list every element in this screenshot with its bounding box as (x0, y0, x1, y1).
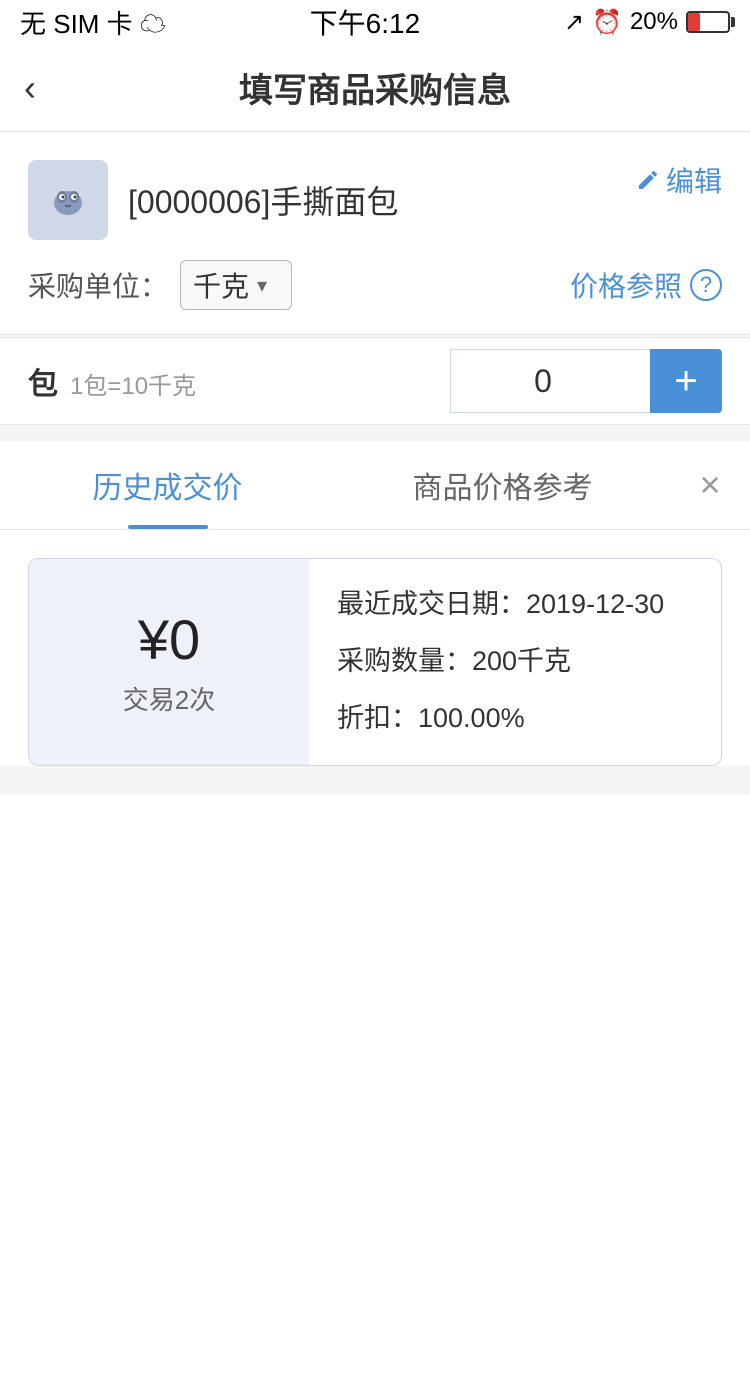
product-bottom: 采购单位： 千克 ▾ 价格参照 ? (28, 260, 722, 310)
tabs-header: 历史成交价 商品价格参考 × (0, 441, 750, 530)
price-card: ¥0 交易2次 最近成交日期：2019-12-30 采购数量：200千克 折扣：… (28, 558, 722, 766)
tabs-section: 历史成交价 商品价格参考 × ¥0 交易2次 最近成交日期：2019-12-30… (0, 441, 750, 766)
tab-history-price[interactable]: 历史成交价 (0, 441, 335, 529)
product-top: [0000006]手撕面包 编辑 (28, 160, 722, 240)
price-ref-label: 价格参照 (570, 265, 682, 305)
price-card-right: 最近成交日期：2019-12-30 采购数量：200千克 折扣：100.00% (309, 559, 721, 765)
battery-icon (686, 11, 730, 33)
nav-bar: ‹ 填写商品采购信息 (0, 44, 750, 132)
content-area (0, 794, 750, 1394)
tab-history-label: 历史成交价 (93, 463, 243, 507)
product-card: [0000006]手撕面包 编辑 采购单位： 千克 ▾ 价格参照 ? (0, 132, 750, 335)
price-value: ¥0 (138, 607, 200, 672)
status-time: 下午6:12 (310, 2, 421, 42)
price-reference-button[interactable]: 价格参照 ? (570, 265, 722, 305)
help-icon: ? (690, 269, 722, 301)
product-left: [0000006]手撕面包 (28, 160, 398, 240)
status-right: ↗ ⏰ 20% (564, 8, 730, 37)
tab-price-reference[interactable]: 商品价格参考 (335, 441, 670, 529)
price-detail-date: 最近成交日期：2019-12-30 (337, 583, 693, 626)
tab-close-button[interactable]: × (670, 441, 750, 529)
price-detail-qty: 采购数量：200千克 (337, 640, 693, 683)
unit-select[interactable]: 千克 ▾ (180, 260, 292, 310)
tab-price-ref-label: 商品价格参考 (413, 463, 593, 507)
unit-value: 千克 (193, 265, 249, 305)
unit-row: 采购单位： 千克 ▾ (28, 260, 292, 310)
unit-icon: 包 (28, 359, 58, 403)
price-card-left: ¥0 交易2次 (29, 559, 309, 765)
status-bar: 无 SIM 卡 ☁ 下午6:12 ↗ ⏰ 20% (0, 0, 750, 44)
edit-label: 编辑 (666, 160, 722, 200)
status-left: 无 SIM 卡 ☁ (20, 4, 166, 41)
unit-label: 采购单位： (28, 265, 168, 305)
quantity-plus-button[interactable]: + (650, 349, 722, 413)
product-name: [0000006]手撕面包 (128, 177, 398, 223)
edit-icon (636, 168, 660, 192)
price-detail-discount: 折扣：100.00% (337, 697, 693, 740)
unit-hint: 1包=10千克 (70, 366, 196, 401)
quantity-input[interactable] (450, 349, 650, 413)
product-thumbnail (28, 160, 108, 240)
edit-button[interactable]: 编辑 (636, 160, 722, 200)
chevron-down-icon: ▾ (257, 273, 267, 298)
location-icon: ↗ (564, 8, 584, 37)
battery-percent: 20% (630, 8, 678, 36)
quantity-label-group: 包 1包=10千克 (28, 359, 196, 403)
tab-active-indicator (128, 525, 208, 529)
sim-label: 无 SIM 卡 ☁ (20, 4, 166, 41)
alarm-icon: ⏰ (592, 8, 622, 37)
page-title: 填写商品采购信息 (239, 63, 511, 112)
quantity-input-group: + (450, 349, 722, 413)
quantity-row: 包 1包=10千克 + (0, 337, 750, 425)
back-button[interactable]: ‹ (24, 67, 36, 109)
trade-count: 交易2次 (123, 680, 215, 717)
